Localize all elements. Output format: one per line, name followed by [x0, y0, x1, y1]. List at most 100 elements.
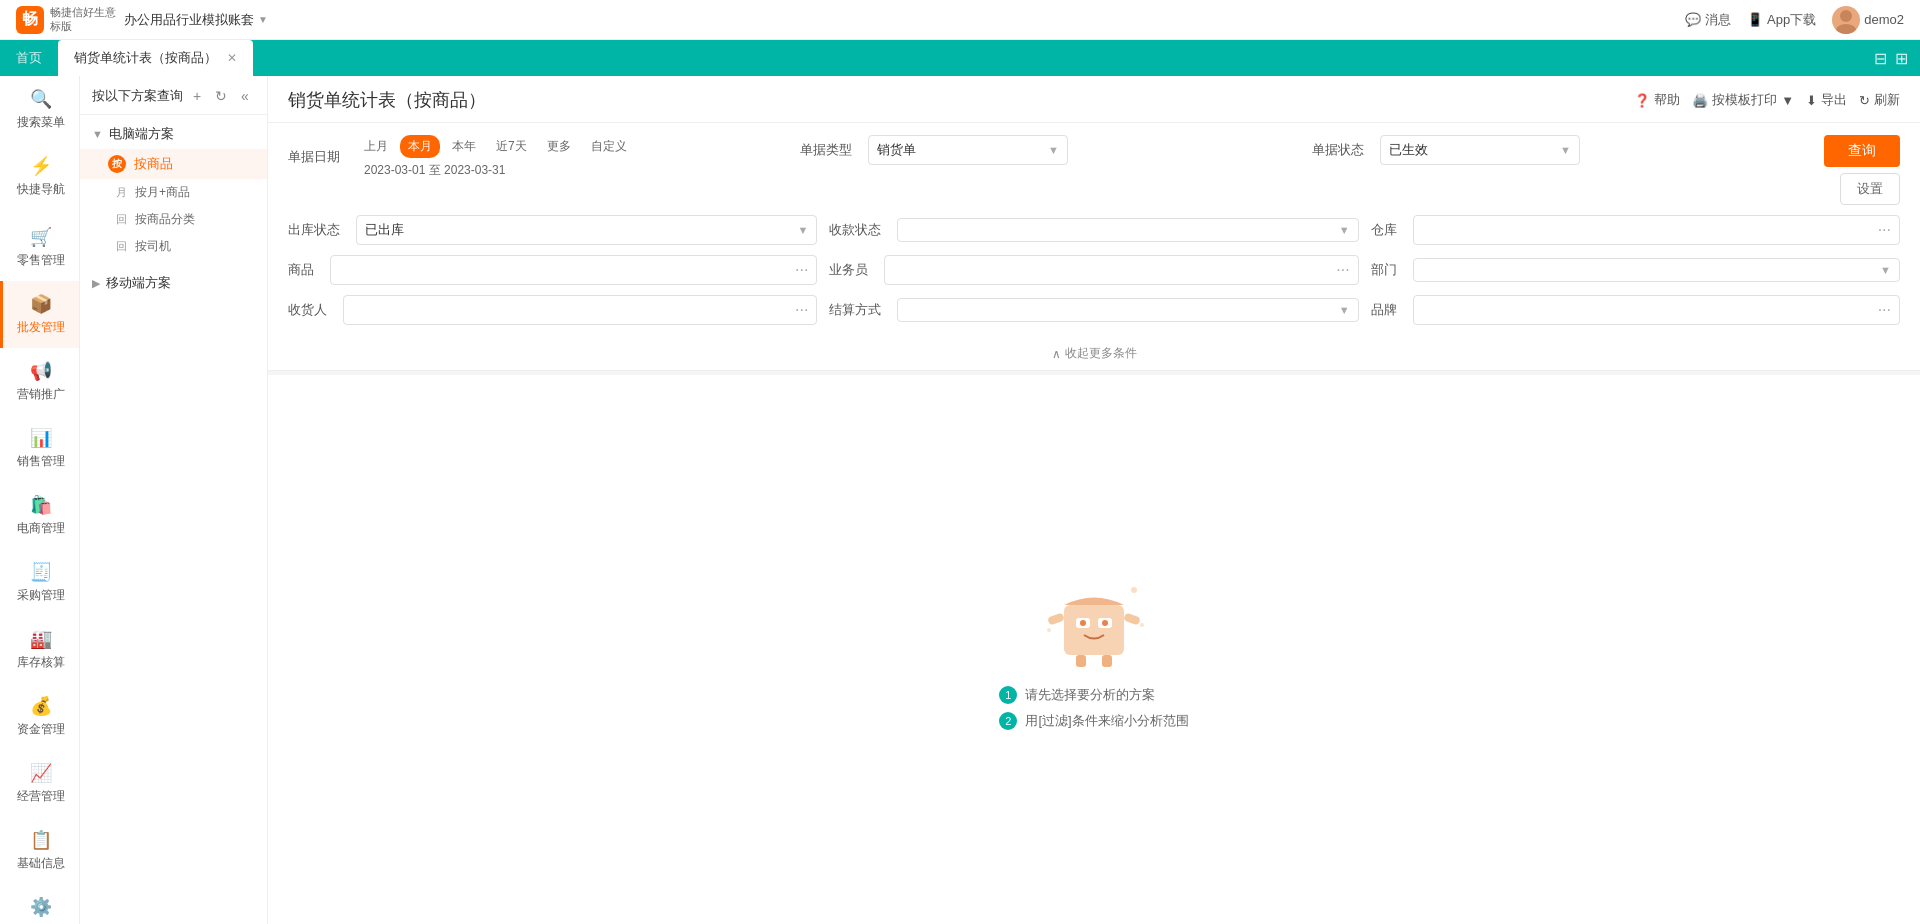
doc-type-select[interactable]: 销货单 ▼ — [868, 135, 1068, 165]
svg-rect-9 — [1047, 612, 1065, 625]
sidebar-item-search[interactable]: 🔍 搜索菜单 — [0, 76, 79, 143]
collapse-filter-button[interactable]: ∧ 收起更多条件 — [1052, 339, 1137, 362]
date-shortcut-7days[interactable]: 近7天 — [488, 135, 535, 158]
tab-minimize-icon[interactable]: ⊟ — [1874, 49, 1887, 68]
doc-status-select[interactable]: 已生效 ▼ — [1380, 135, 1580, 165]
sidebar-item-basic[interactable]: 📋 基础信息 — [0, 817, 79, 884]
help-button[interactable]: ❓ 帮助 — [1634, 91, 1680, 109]
warehouse-input[interactable]: ··· — [1413, 215, 1900, 245]
goods-label: 商品 — [288, 261, 314, 279]
scheme-sub-item-by-month-goods[interactable]: 月 按月+商品 — [80, 179, 267, 206]
out-status-chevron-icon: ▼ — [797, 224, 808, 236]
sidebar-item-quick[interactable]: ⚡ 快捷导航 — [0, 143, 79, 210]
tab-close-icon[interactable]: ✕ — [227, 51, 237, 65]
refresh-button[interactable]: ↻ 刷新 — [1859, 91, 1900, 109]
print-chevron-icon: ▼ — [1781, 93, 1794, 108]
tab-bar: 首页 销货单统计表（按商品） ✕ ⊟ ⊞ — [0, 40, 1920, 76]
goods-dots-icon[interactable]: ··· — [795, 261, 808, 279]
finance-icon: 💰 — [30, 695, 52, 717]
filter-area: 单据日期 上月 本月 本年 近7天 更多 自定义 2023-03-01 至 20… — [268, 123, 1920, 371]
settlement-select[interactable]: ▼ — [897, 298, 1358, 322]
date-shortcut-prev-month[interactable]: 上月 — [356, 135, 396, 158]
warehouse-dots-icon[interactable]: ··· — [1878, 221, 1891, 239]
avatar — [1832, 6, 1860, 34]
date-shortcut-this-year[interactable]: 本年 — [444, 135, 484, 158]
chevron-up-icon: ∧ — [1052, 347, 1061, 361]
sidebar-item-operations[interactable]: 📈 经营管理 — [0, 750, 79, 817]
sidebar: 🔍 搜索菜单 ⚡ 快捷导航 🛒 零售管理 📦 批发管理 📢 营销推广 📊 销售管… — [0, 76, 80, 924]
scheme-group-desktop-header[interactable]: ▼ 电脑端方案 — [80, 119, 267, 149]
sales-icon: 📊 — [30, 427, 52, 449]
scheme-sub-item-by-cashier[interactable]: 回 按司机 — [80, 233, 267, 260]
date-shortcut-this-month[interactable]: 本月 — [400, 135, 440, 158]
salesman-dots-icon[interactable]: ··· — [1336, 261, 1349, 279]
empty-state: 1 请先选择要分析的方案 2 用[过滤]条件来缩小分析范围 — [999, 570, 1188, 730]
dept-select[interactable]: ▼ — [1413, 258, 1900, 282]
sidebar-item-wholesale[interactable]: 📦 批发管理 — [0, 281, 79, 348]
brand-dots-icon[interactable]: ··· — [1878, 301, 1891, 319]
salesman-input[interactable]: ··· — [884, 255, 1358, 285]
operations-icon: 📈 — [30, 762, 52, 784]
collect-status-chevron-icon: ▼ — [1339, 224, 1350, 236]
empty-step-1: 1 请先选择要分析的方案 — [999, 686, 1188, 704]
export-button[interactable]: ⬇ 导出 — [1806, 91, 1847, 109]
sidebar-item-purchase[interactable]: 🧾 采购管理 — [0, 549, 79, 616]
sidebar-item-marketing[interactable]: 📢 营销推广 — [0, 348, 79, 415]
doc-type-chevron-icon: ▼ — [1048, 144, 1059, 156]
left-panel-actions: + ↻ « — [187, 86, 255, 106]
receiver-dots-icon[interactable]: ··· — [795, 301, 808, 319]
print-icon: 🖨️ — [1692, 93, 1708, 108]
left-panel-header: 按以下方案查询 + ↻ « — [80, 76, 267, 115]
tab-maximize-icon[interactable]: ⊞ — [1895, 49, 1908, 68]
brand-input[interactable]: ··· — [1413, 295, 1900, 325]
goods-input[interactable]: ··· — [330, 255, 817, 285]
receiver-input[interactable]: ··· — [343, 295, 817, 325]
sidebar-item-finance[interactable]: 💰 资金管理 — [0, 683, 79, 750]
date-shortcut-more[interactable]: 更多 — [539, 135, 579, 158]
system-icon: ⚙️ — [30, 896, 52, 918]
scheme-item-by-goods[interactable]: 按 按商品 — [80, 149, 267, 179]
out-status-select[interactable]: 已出库 ▼ — [356, 215, 817, 245]
main-layout: 🔍 搜索菜单 ⚡ 快捷导航 🛒 零售管理 📦 批发管理 📢 营销推广 📊 销售管… — [0, 76, 1920, 924]
user-name: demo2 — [1864, 12, 1904, 27]
sidebar-item-retail[interactable]: 🛒 零售管理 — [0, 214, 79, 281]
message-button[interactable]: 💬 消息 — [1685, 11, 1731, 29]
sidebar-item-sales[interactable]: 📊 销售管理 — [0, 415, 79, 482]
refresh-scheme-button[interactable]: ↻ — [211, 86, 231, 106]
date-shortcut-custom[interactable]: 自定义 — [583, 135, 635, 158]
purchase-icon: 🧾 — [30, 561, 52, 583]
workspace-selector[interactable]: 办公用品行业模拟账套 ▼ — [124, 11, 268, 29]
salesman-label: 业务员 — [829, 261, 868, 279]
top-nav-right: 💬 消息 📱 App下载 demo2 — [1685, 6, 1904, 34]
app-download-button[interactable]: 📱 App下载 — [1747, 11, 1816, 29]
marketing-icon: 📢 — [30, 360, 52, 382]
date-label: 单据日期 — [288, 148, 340, 166]
sidebar-item-ecommerce[interactable]: 🛍️ 电商管理 — [0, 482, 79, 549]
tab-active[interactable]: 销货单统计表（按商品） ✕ — [58, 40, 253, 76]
svg-point-12 — [1047, 628, 1051, 632]
content-area: 按以下方案查询 + ↻ « ▼ 电脑端方案 按 按商品 月 按月+ — [80, 76, 1920, 924]
settings-button[interactable]: 设置 — [1840, 173, 1900, 205]
svg-point-11 — [1131, 587, 1137, 593]
data-area: 1 请先选择要分析的方案 2 用[过滤]条件来缩小分析范围 — [268, 375, 1920, 924]
sidebar-item-inventory[interactable]: 🏭 库存核算 — [0, 616, 79, 683]
add-scheme-button[interactable]: + — [187, 86, 207, 106]
tab-home[interactable]: 首页 — [0, 40, 58, 76]
page-header: 销货单统计表（按商品） ❓ 帮助 🖨️ 按模板打印 ▼ ⬇ 导出 — [268, 76, 1920, 123]
scheme-group-mobile-header[interactable]: ▶ 移动端方案 — [80, 268, 267, 298]
warehouse-label: 仓库 — [1371, 221, 1397, 239]
tab-bar-actions: ⊟ ⊞ — [1874, 49, 1920, 68]
empty-illustration — [1034, 570, 1154, 670]
workspace-chevron-icon: ▼ — [258, 14, 268, 25]
svg-rect-7 — [1076, 655, 1086, 667]
scheme-sub-item-by-category[interactable]: 回 按商品分类 — [80, 206, 267, 233]
print-button[interactable]: 🖨️ 按模板打印 ▼ — [1692, 91, 1794, 109]
inventory-icon: 🏭 — [30, 628, 52, 650]
app-logo: 畅 — [16, 6, 44, 34]
collapse-panel-button[interactable]: « — [235, 86, 255, 106]
empty-step-2: 2 用[过滤]条件来缩小分析范围 — [999, 712, 1188, 730]
collect-status-select[interactable]: ▼ — [897, 218, 1358, 242]
user-profile[interactable]: demo2 — [1832, 6, 1904, 34]
query-button[interactable]: 查询 — [1824, 135, 1900, 167]
sidebar-item-system[interactable]: ⚙️ 系统管理 — [0, 884, 79, 924]
